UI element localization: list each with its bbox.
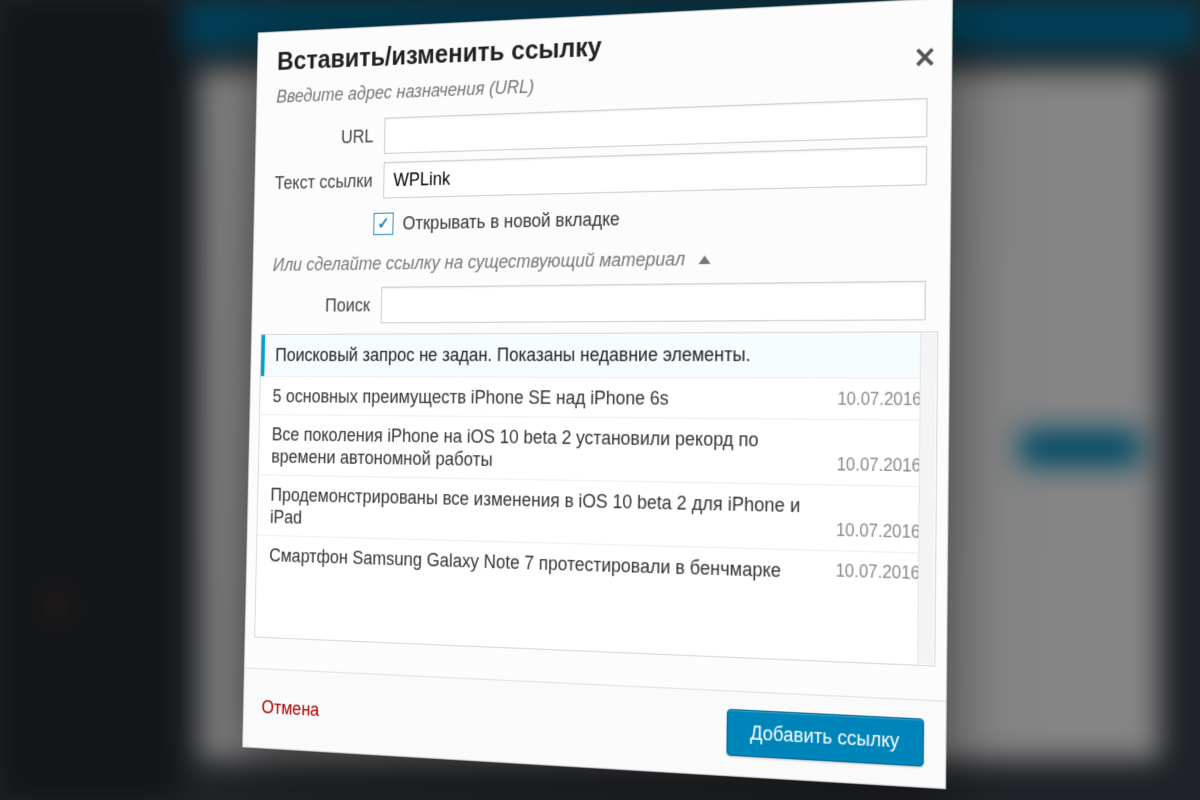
add-link-button[interactable]: Добавить ссылку — [726, 709, 924, 767]
new-tab-checkbox[interactable]: ✓ — [373, 212, 393, 235]
results-list: Поисковый запрос не задан. Показаны неда… — [254, 331, 938, 666]
link-text-label: Текст ссылки — [274, 170, 383, 194]
results-notice: Поисковый запрос не задан. Показаны неда… — [261, 332, 937, 377]
result-date: 10.07.2016 — [837, 455, 922, 478]
result-title: Смартфон Samsung Galaxy Note 7 протестир… — [269, 544, 815, 584]
result-date: 10.07.2016 — [835, 562, 920, 587]
cancel-button[interactable]: Отмена — [261, 697, 319, 721]
results-scrollbar[interactable] — [917, 334, 936, 665]
list-item[interactable]: 5 основных преимуществ iPhone SE над iPh… — [260, 376, 937, 419]
search-input[interactable] — [381, 281, 926, 324]
new-tab-label: Открывать в новой вкладке — [402, 208, 620, 234]
existing-content-label: Или сделайте ссылку на существующий мате… — [273, 248, 686, 276]
insert-link-dialog: Вставить/изменить ссылку ✕ Введите адрес… — [242, 0, 953, 789]
search-label: Поиск — [272, 295, 381, 317]
result-title: Продемонстрированы все изменения в iOS 1… — [270, 483, 816, 542]
close-icon[interactable]: ✕ — [913, 43, 936, 72]
result-title: Все поколения iPhone на iOS 10 beta 2 ус… — [271, 423, 816, 477]
chevron-up-icon — [699, 255, 711, 264]
url-label: URL — [275, 125, 384, 149]
search-row: Поиск — [252, 276, 949, 328]
result-date: 10.07.2016 — [837, 390, 921, 412]
result-date: 10.07.2016 — [836, 521, 921, 545]
result-title: 5 основных преимуществ iPhone SE над iPh… — [272, 385, 816, 412]
